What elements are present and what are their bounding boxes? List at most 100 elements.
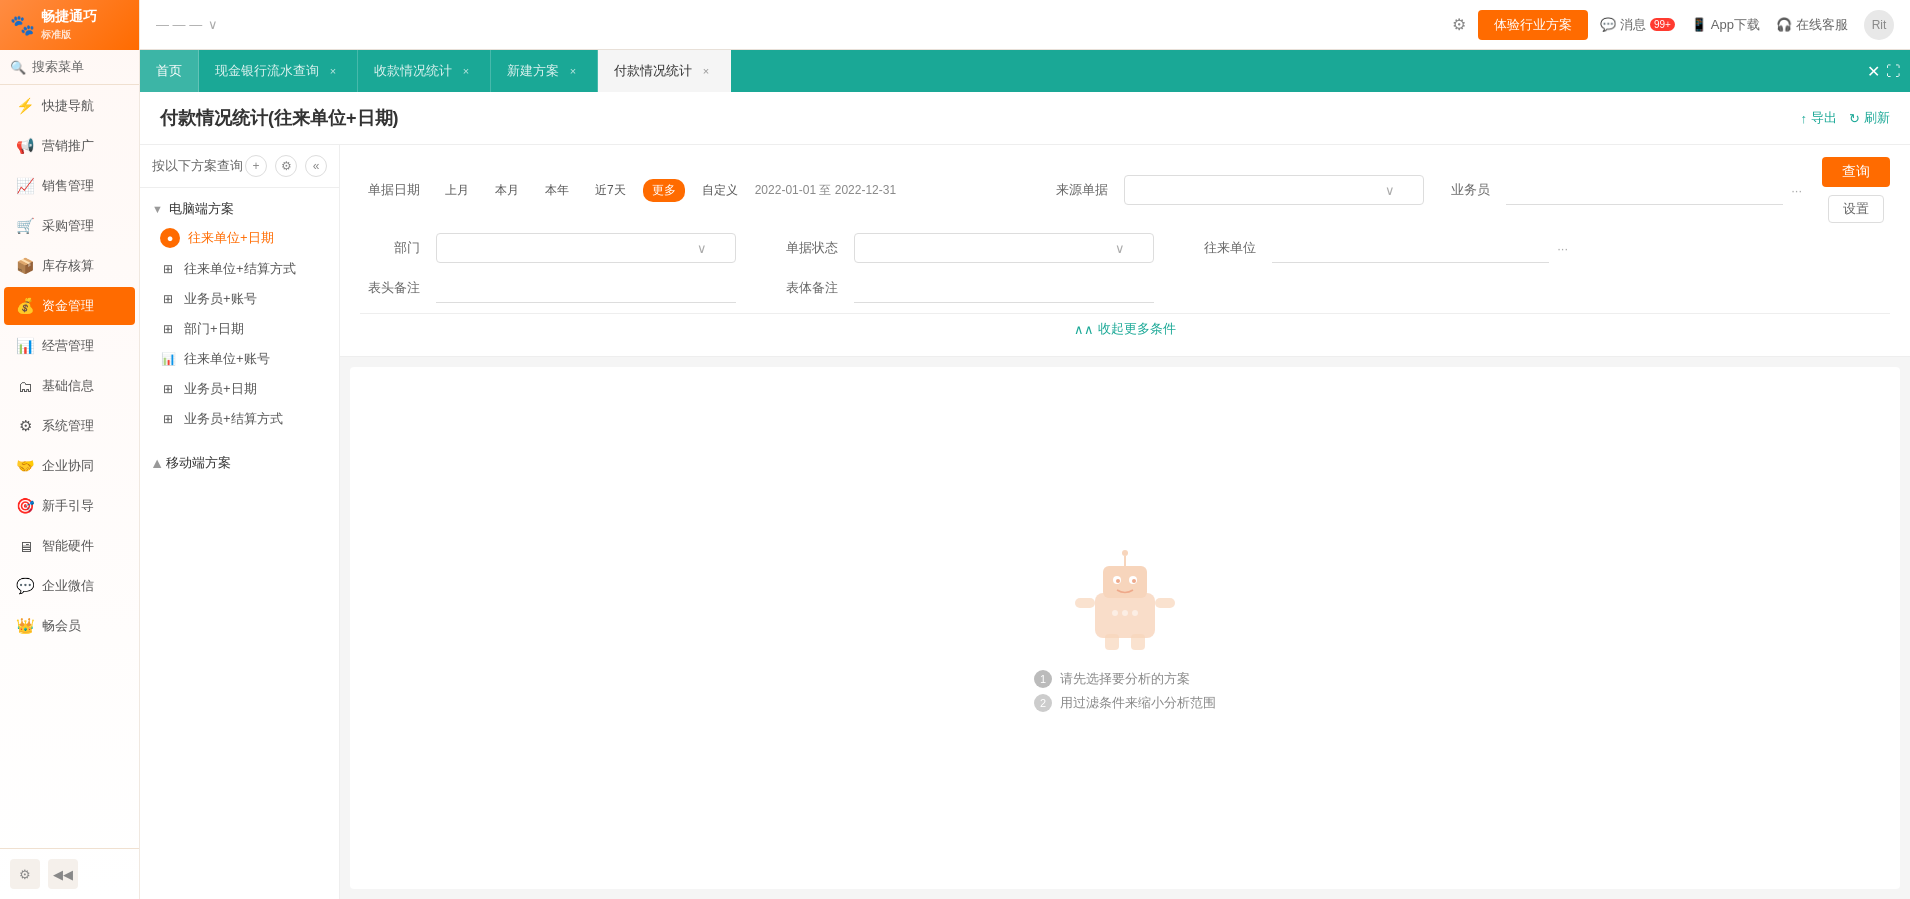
tab-close-all-icon[interactable]: ✕ [1867,62,1880,81]
content-area: 按以下方案查询 + ⚙ « ▼ 电脑端方案 ● 往来单位+日期 [140,145,1910,899]
message-label: 消息 [1620,16,1646,34]
breadcrumb-path: — — — [156,17,202,32]
filter-settings-btn[interactable]: 设置 [1828,195,1884,223]
hardware-icon: 🖥 [16,537,34,555]
sidebar-item-label: 快捷导航 [42,97,94,115]
sidebar-item-label: 营销推广 [42,137,94,155]
settings-bottom-btn[interactable]: ⚙ [10,859,40,889]
scheme-salesperson-account[interactable]: ⊞ 业务员+账号 [152,284,327,314]
sidebar-item-sales[interactable]: 📈 销售管理 [4,167,135,205]
sidebar-item-quick-nav[interactable]: ⚡ 快捷导航 [4,87,135,125]
tab-new-scheme[interactable]: 新建方案 × [491,50,598,92]
sidebar-item-system[interactable]: ⚙ 系统管理 [4,407,135,445]
refresh-btn[interactable]: ↻ 刷新 [1849,109,1890,127]
scheme-settings-btn[interactable]: ⚙ [275,155,297,177]
sidebar-item-label: 新手引导 [42,497,94,515]
search-icon: 🔍 [10,60,26,75]
sidebar-item-label: 库存核算 [42,257,94,275]
sidebar-item-finance[interactable]: 💰 资金管理 [4,287,135,325]
marketing-icon: 📢 [16,137,34,155]
tab-home[interactable]: 首页 [140,50,199,92]
collapse-sidebar-btn[interactable]: ◀◀ [48,859,78,889]
tab-actions: ✕ ⛶ [1857,50,1910,92]
export-label: 导出 [1811,109,1837,127]
custom-date-btn[interactable]: 自定义 [693,178,747,203]
sidebar: 🐾 畅捷通巧 标准版 🔍 搜索菜单 ⚡ 快捷导航 📢 营销推广 📈 销售管理 🛒… [0,0,140,899]
sidebar-item-enterprise[interactable]: 🤝 企业协同 [4,447,135,485]
sidebar-item-operations[interactable]: 📊 经营管理 [4,327,135,365]
table-icon-5: ⊞ [160,411,176,427]
user-avatar[interactable]: Rit [1864,10,1894,40]
collapse-panel-btn[interactable]: « [305,155,327,177]
dept-select[interactable]: ∨ [436,233,736,263]
more-date-btn[interactable]: 更多 [643,179,685,202]
message-btn[interactable]: 💬 消息 99+ [1600,16,1675,34]
salesperson-input[interactable] [1506,175,1783,205]
search-menu[interactable]: 🔍 搜索菜单 [0,50,139,85]
doc-status-select[interactable]: ∨ [854,233,1154,263]
filter-row-3: 表头备注 表体备注 [360,273,1890,303]
sidebar-item-hardware[interactable]: 🖥 智能硬件 [4,527,135,565]
topbar: — — — ∨ ⚙ 体验行业方案 💬 消息 99+ 📱 App下载 🎧 在线客服… [140,0,1910,50]
tab-payment-stats[interactable]: 付款情况统计 × [598,50,731,92]
add-scheme-btn[interactable]: + [245,155,267,177]
sidebar-item-inventory[interactable]: 📦 库存核算 [4,247,135,285]
query-btn[interactable]: 查询 [1822,157,1890,187]
collapse-more-conditions-btn[interactable]: ∧∧ 收起更多条件 [360,313,1890,344]
app-download-btn[interactable]: 📱 App下载 [1691,16,1760,34]
tab-payment-stats-close[interactable]: × [698,63,714,79]
svg-point-5 [1132,579,1136,583]
source-select-arrow: ∨ [1385,183,1395,198]
body-note-input[interactable] [854,273,1154,303]
mobile-group-title[interactable]: ▶ 移动端方案 [152,450,327,476]
hint-num-1: 1 [1034,670,1052,688]
mobile-scheme-group: ▶ 移动端方案 [140,442,339,484]
online-service-btn[interactable]: 🎧 在线客服 [1776,16,1848,34]
right-panel: 单据日期 上月 本月 本年 近7天 更多 自定义 2022-01-01 至 20… [340,145,1910,899]
scheme-unit-settlement[interactable]: ⊞ 往来单位+结算方式 [152,254,327,284]
related-unit-input[interactable] [1272,233,1549,263]
filter-actions: 查询 设置 [1822,157,1890,223]
last-month-btn[interactable]: 上月 [436,178,478,203]
salesperson-dots-btn[interactable]: ··· [1787,179,1806,202]
sidebar-item-wechat[interactable]: 💬 企业微信 [4,567,135,605]
breadcrumb-chevron: ∨ [208,17,218,32]
desktop-group-title[interactable]: ▼ 电脑端方案 [152,196,327,222]
scheme-unit-account-label: 往来单位+账号 [184,350,270,368]
hint-text-1: 请先选择要分析的方案 [1060,670,1190,688]
tab-expand-icon[interactable]: ⛶ [1886,63,1900,79]
related-unit-dots-btn[interactable]: ··· [1553,237,1572,260]
scheme-dept-date[interactable]: ⊞ 部门+日期 [152,314,327,344]
filter-row-1: 单据日期 上月 本月 本年 近7天 更多 自定义 2022-01-01 至 20… [360,157,1890,223]
doc-status-filter-label: 单据状态 [768,239,838,257]
scheme-unit-account[interactable]: 📊 往来单位+账号 [152,344,327,374]
dept-select-arrow: ∨ [697,241,707,256]
tab-bank-flow[interactable]: 现金银行流水查询 × [199,50,358,92]
source-select[interactable]: ∨ [1124,175,1424,205]
hint-text-2: 用过滤条件来缩小分析范围 [1060,694,1216,712]
guide-icon: 🎯 [16,497,34,515]
tab-receipt-stats[interactable]: 收款情况统计 × [358,50,491,92]
service-icon: 🎧 [1776,17,1792,32]
sidebar-item-purchase[interactable]: 🛒 采购管理 [4,207,135,245]
tab-bank-flow-close[interactable]: × [325,63,341,79]
trial-btn[interactable]: 体验行业方案 [1478,10,1588,40]
sidebar-item-member[interactable]: 👑 畅会员 [4,607,135,645]
this-year-btn[interactable]: 本年 [536,178,578,203]
scheme-salesperson-date[interactable]: ⊞ 业务员+日期 [152,374,327,404]
tab-receipt-stats-close[interactable]: × [458,63,474,79]
tab-payment-stats-label: 付款情况统计 [614,62,692,80]
last-7-days-btn[interactable]: 近7天 [586,178,635,203]
scheme-salesperson-settlement[interactable]: ⊞ 业务员+结算方式 [152,404,327,434]
message-icon: 💬 [1600,17,1616,32]
export-btn[interactable]: ↑ 导出 [1801,109,1838,127]
tab-new-scheme-close[interactable]: × [565,63,581,79]
topbar-settings-icon[interactable]: ⚙ [1452,15,1466,34]
sidebar-item-basics[interactable]: 🗂 基础信息 [4,367,135,405]
sidebar-item-guide[interactable]: 🎯 新手引导 [4,487,135,525]
sidebar-item-marketing[interactable]: 📢 营销推广 [4,127,135,165]
header-note-input[interactable] [436,273,736,303]
this-month-btn[interactable]: 本月 [486,178,528,203]
scheme-unit-date[interactable]: ● 往来单位+日期 [152,222,327,254]
left-panel-header-actions: + ⚙ « [245,155,327,177]
